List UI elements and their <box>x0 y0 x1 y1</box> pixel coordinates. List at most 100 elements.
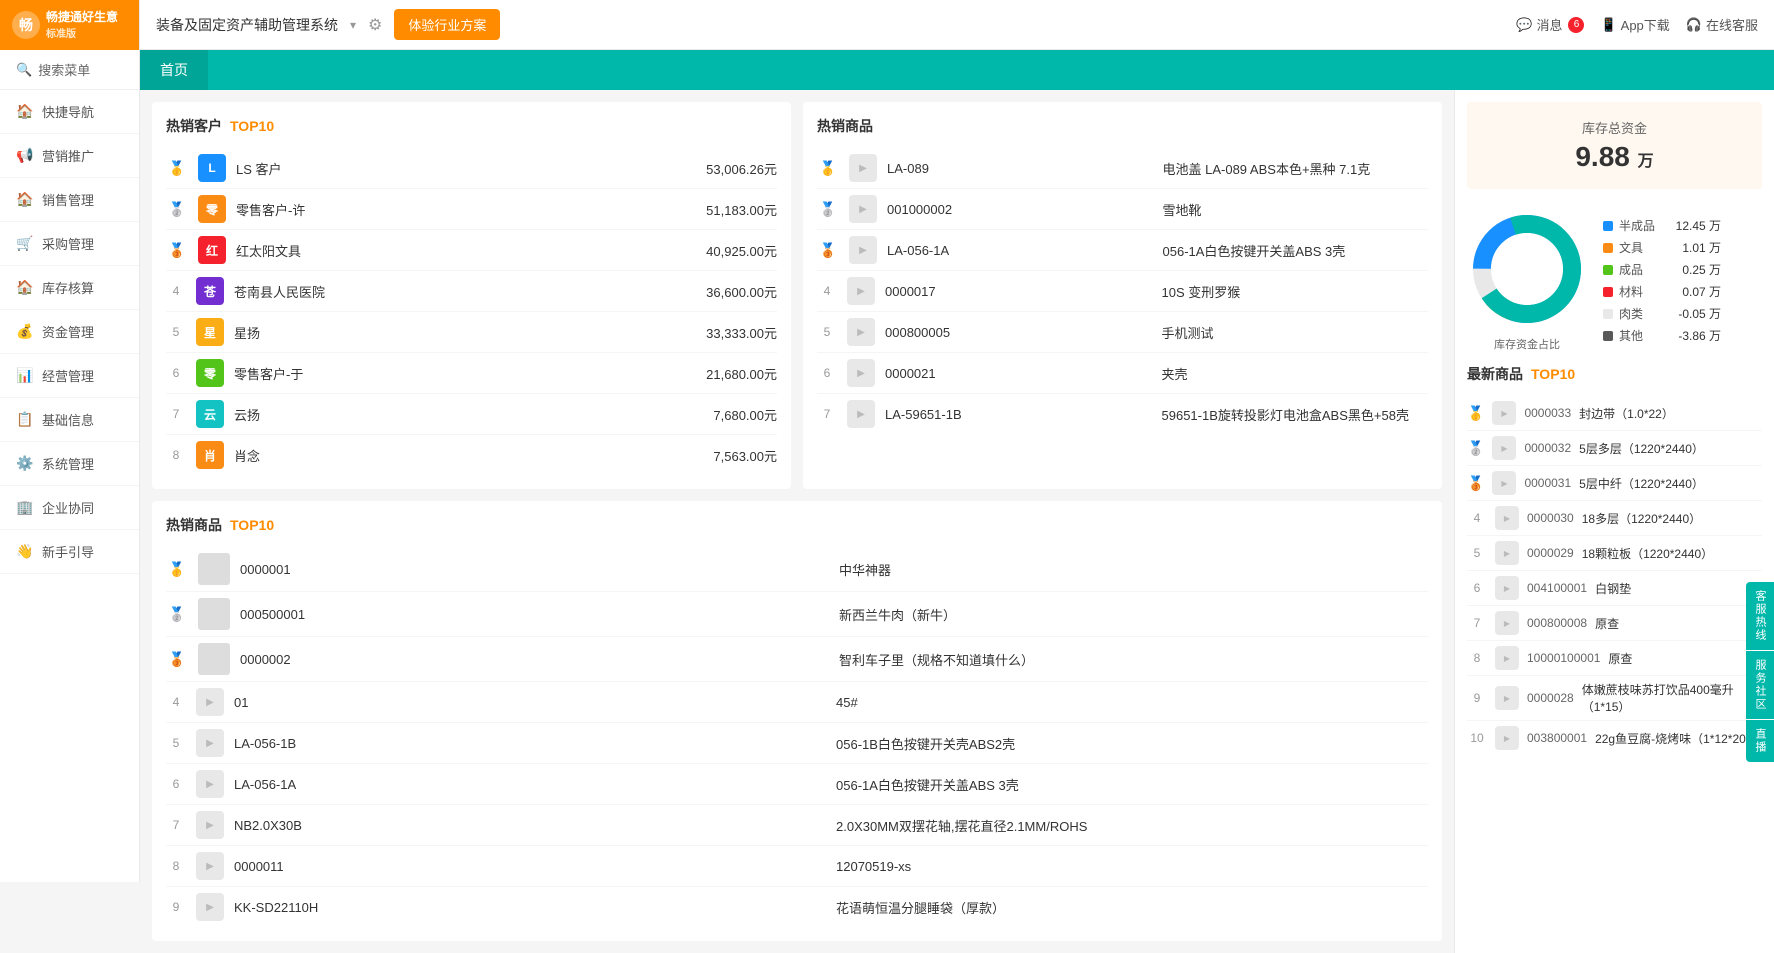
messages-button[interactable]: 💬 消息 6 <box>1516 15 1584 34</box>
donut-chart-label: 库存资金占比 <box>1467 336 1587 352</box>
hot-products-card: 热销商品 TOP10 🥇 0000001 中华神器 🥈 000500001 新西… <box>152 501 1442 941</box>
sidebar-item-finance[interactable]: 💰资金管理 <box>0 310 139 354</box>
guide-icon: 👋 <box>16 543 34 561</box>
sidebar-item-basic-info[interactable]: 📋基础信息 <box>0 398 139 442</box>
trial-plan-button[interactable]: 体验行业方案 <box>394 9 500 40</box>
sidebar-label-basic-info: 基础信息 <box>42 410 94 429</box>
medal-icon: 🥈 <box>166 198 188 220</box>
product-image <box>198 598 230 630</box>
customer-service-button[interactable]: 🎧 在线客服 <box>1686 15 1758 34</box>
sidebar-label-system: 系统管理 <box>42 454 94 473</box>
sidebar-item-sales[interactable]: 🏠销售管理 <box>0 178 139 222</box>
new-product-name: 体嫩蔗枝味苏打饮品400毫升（1*15） <box>1582 681 1762 715</box>
donut-chart <box>1467 209 1587 329</box>
settings-icon[interactable]: ⚙ <box>368 15 382 35</box>
new-product-item: 9 ▶ 0000028 体嫩蔗枝味苏打饮品400毫升（1*15） <box>1467 676 1762 721</box>
customer-name: LS 客户 <box>236 159 696 178</box>
legend-item: 文具 1.01 万 <box>1603 239 1721 256</box>
sidebar-item-system[interactable]: ⚙️系统管理 <box>0 442 139 486</box>
sidebar-label-inventory: 库存核算 <box>42 278 94 297</box>
product-thumb: ▶ <box>1492 436 1516 460</box>
sidebar-label-guide: 新手引导 <box>42 542 94 561</box>
customer-value: 53,006.26元 <box>706 159 777 178</box>
new-products-title: 最新商品 TOP10 <box>1467 364 1762 384</box>
sidebar-item-inventory[interactable]: 🏠库存核算 <box>0 266 139 310</box>
legend-name: 材料 <box>1619 283 1655 300</box>
rank-number: 6 <box>166 777 186 791</box>
product-code: 0000011 <box>234 859 826 874</box>
new-product-code: 0000029 <box>1527 546 1574 560</box>
product-code: 0000002 <box>240 652 829 667</box>
avatar: L <box>198 154 226 182</box>
live-chat-button[interactable]: 直播 <box>1746 720 1774 762</box>
medal-icon: 🥈 <box>166 603 188 625</box>
product-code: LA-59651-1B <box>885 407 1152 422</box>
hot-products-list: 🥇 0000001 中华神器 🥈 000500001 新西兰牛肉（新牛） 🥉 0… <box>166 547 1428 927</box>
product-name: 2.0X30MM双摆花轴,摆花直径2.1MM/ROHS <box>836 816 1428 835</box>
medal-icon: 🥉 <box>166 648 188 670</box>
sidebar-item-quick-nav[interactable]: 🏠快捷导航 <box>0 90 139 134</box>
legend-item: 成品 0.25 万 <box>1603 261 1721 278</box>
rank-number: 5 <box>817 325 837 339</box>
logo-text: 畅捷通好生意 <box>46 10 118 26</box>
customer-name: 肖念 <box>234 446 703 465</box>
sidebar-search[interactable]: 🔍 搜索菜单 <box>0 50 139 90</box>
medal-icon: 🥇 <box>166 157 188 179</box>
app-download-button[interactable]: 📱 App下载 <box>1600 15 1669 34</box>
sidebar-item-enterprise[interactable]: 🏢企业协同 <box>0 486 139 530</box>
sidebar-item-purchase[interactable]: 🛒采购管理 <box>0 222 139 266</box>
topbar: 装备及固定资产辅助管理系统 ▾ ⚙ 体验行业方案 💬 消息 6 📱 App下载 … <box>140 0 1774 50</box>
rank-number: 4 <box>817 284 837 298</box>
rank-number: 4 <box>1467 511 1487 525</box>
new-product-code: 003800001 <box>1527 731 1587 745</box>
product-thumb: ▶ <box>1495 506 1519 530</box>
avatar: 肖 <box>196 441 224 469</box>
list-item: 7 ▶ LA-59651-1B 59651-1B旋转投影灯电池盒ABS黑色+58… <box>817 394 1428 434</box>
product-thumb: ▶ <box>1495 541 1519 565</box>
message-icon: 💬 <box>1516 17 1532 33</box>
sidebar: 畅 畅捷通好生意 标准版 🔍 搜索菜单 🏠快捷导航📢营销推广🏠销售管理🛒采购管理… <box>0 0 140 882</box>
dropdown-icon[interactable]: ▾ <box>350 18 356 32</box>
customer-value: 21,680.00元 <box>706 364 777 383</box>
customer-value: 7,563.00元 <box>713 446 777 465</box>
new-product-item: 6 ▶ 004100001 白钢垫 <box>1467 571 1762 606</box>
sidebar-label-purchase: 采购管理 <box>42 234 94 253</box>
product-thumb: ▶ <box>847 400 875 428</box>
top-row: 热销客户 TOP10 🥇 L LS 客户 53,006.26元 🥈 零 零售客户… <box>152 102 1442 489</box>
new-product-item: 10 ▶ 003800001 22g鱼豆腐-烧烤味（1*12*20） <box>1467 721 1762 755</box>
list-item: 7 云 云扬 7,680.00元 <box>166 394 777 435</box>
list-item: 5 ▶ 000800005 手机测试 <box>817 312 1428 353</box>
product-code: 000500001 <box>240 607 829 622</box>
customer-hotline-button[interactable]: 客服热线 <box>1746 582 1774 650</box>
float-buttons: 客服热线 服务社区 直播 <box>1746 582 1774 762</box>
hot-products-title: 热销商品 TOP10 <box>166 515 1428 535</box>
tab-home[interactable]: 首页 <box>140 50 208 90</box>
product-name: 新西兰牛肉（新牛） <box>839 605 1428 624</box>
product-thumb: ▶ <box>1495 726 1519 750</box>
sidebar-item-marketing[interactable]: 📢营销推广 <box>0 134 139 178</box>
medal-icon: 🥉 <box>817 239 839 261</box>
customer-name: 红太阳文具 <box>236 241 696 260</box>
new-product-name: 5层多层（1220*2440） <box>1579 440 1762 457</box>
sidebar-item-guide[interactable]: 👋 新手引导 <box>0 530 139 574</box>
product-name: 056-1A白色按键开关盖ABS 3壳 <box>1163 241 1429 260</box>
new-product-code: 0000031 <box>1524 476 1571 490</box>
product-name: 12070519-xs <box>836 859 1428 874</box>
medal-icon: 🥉 <box>166 239 188 261</box>
list-item: 🥉 红 红太阳文具 40,925.00元 <box>166 230 777 271</box>
sales-icon: 🏠 <box>16 191 34 209</box>
new-product-code: 0000028 <box>1527 691 1574 705</box>
app-download-label: App下载 <box>1621 15 1670 34</box>
new-product-code: 0000032 <box>1524 441 1571 455</box>
new-product-name: 白钢垫 <box>1595 580 1762 597</box>
system-name: 装备及固定资产辅助管理系统 <box>156 15 338 35</box>
top-qty-list: 🥇 ▶ LA-089 电池盖 LA-089 ABS本色+黑种 7.1克 🥈 ▶ … <box>817 148 1428 434</box>
customer-name: 星扬 <box>234 323 696 342</box>
inventory-total-label: 库存总资金 <box>1483 118 1746 137</box>
sidebar-item-operation[interactable]: 📊经营管理 <box>0 354 139 398</box>
legend-color <box>1603 309 1613 319</box>
headset-icon: 🎧 <box>1686 17 1702 33</box>
service-community-button[interactable]: 服务社区 <box>1746 651 1774 719</box>
sidebar-label-finance: 资金管理 <box>42 322 94 341</box>
rank-number: 4 <box>166 284 186 298</box>
